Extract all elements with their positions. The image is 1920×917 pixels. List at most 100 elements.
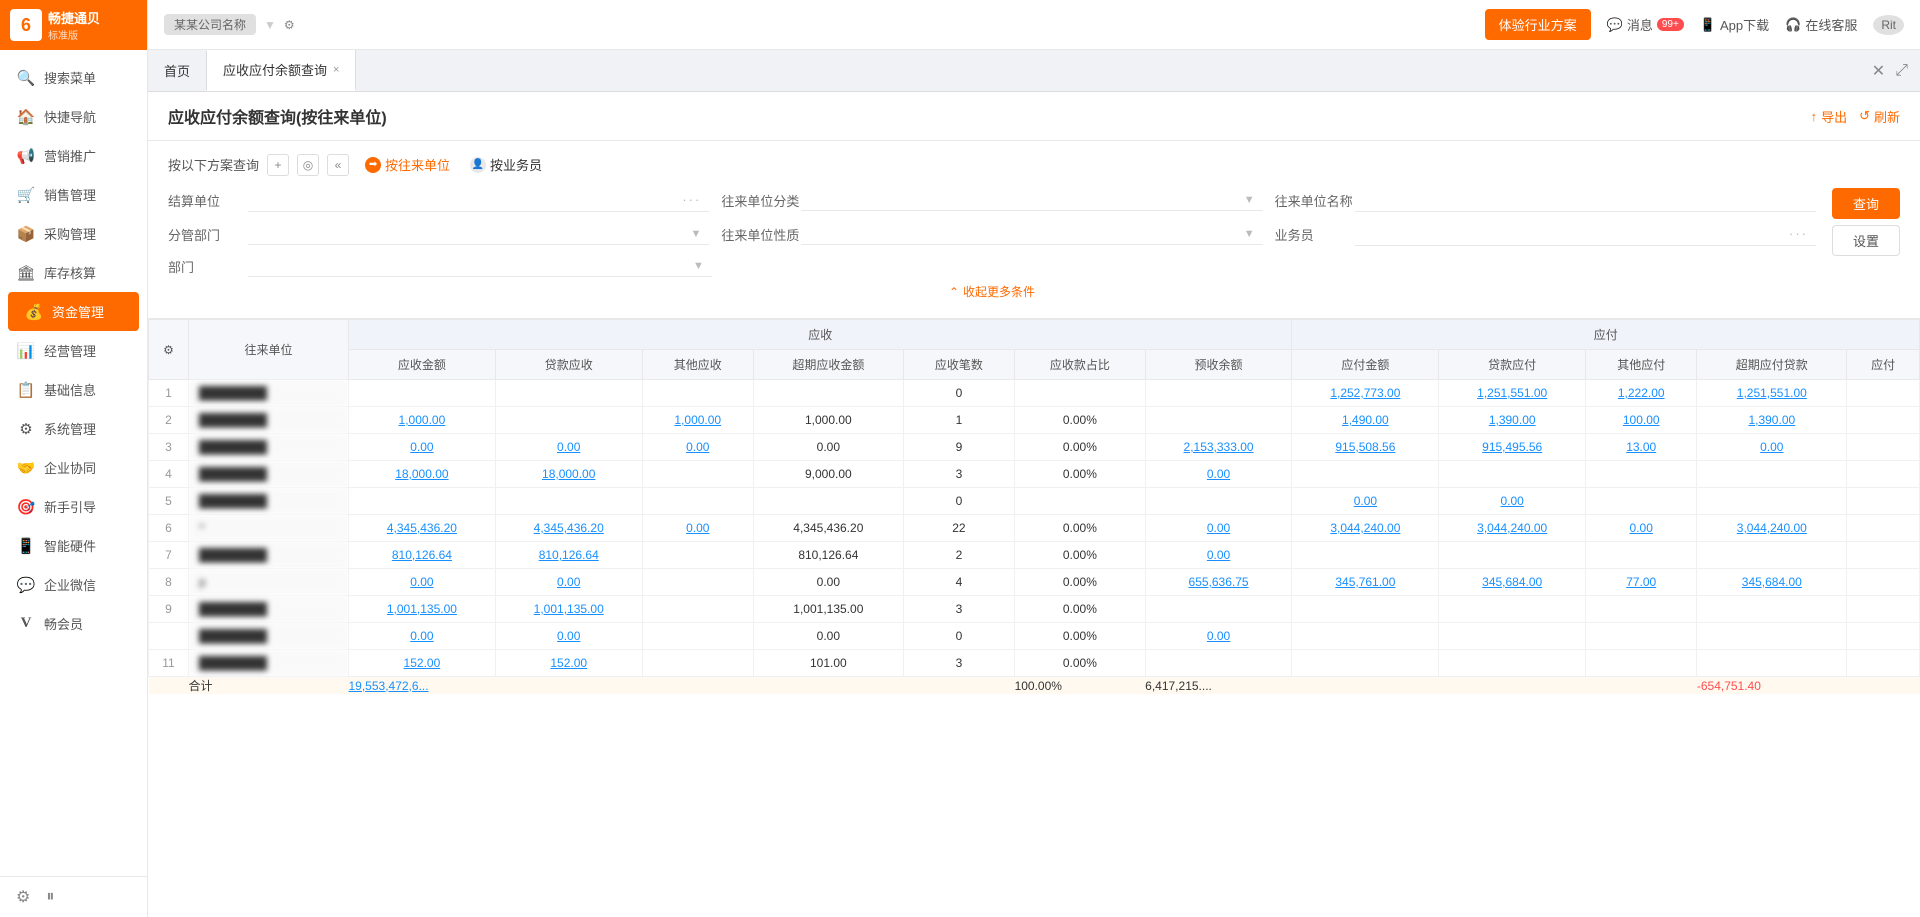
action-buttons: 查询 设置 — [1832, 188, 1900, 256]
footer-recv-advance: 6,417,215.... — [1145, 677, 1292, 695]
table-row: 2████████1,000.001,000.001,000.0010.00%1… — [149, 407, 1920, 434]
online-service-action[interactable]: 🎧 在线客服 — [1785, 15, 1857, 34]
filter-header-label: 按以下方案查询 — [168, 155, 259, 174]
filter-tab-salesman[interactable]: 👤 按业务员 — [462, 153, 550, 176]
refresh-button[interactable]: ↺ 刷新 — [1859, 107, 1900, 126]
table-row: 1████████01,252,773.001,251,551.001,222.… — [149, 380, 1920, 407]
window-close-icon[interactable]: ✕ — [1872, 61, 1885, 81]
salesman-dots: ··· — [1789, 226, 1808, 241]
query-button[interactable]: 查询 — [1832, 188, 1900, 219]
user-avatar[interactable]: Rit — [1873, 15, 1904, 35]
tab-current[interactable]: 应收应付余额查询 × — [207, 50, 356, 91]
sidebar-item-operation[interactable]: 📊 经营管理 — [0, 331, 147, 370]
tab-home-label: 首页 — [164, 61, 190, 80]
window-expand-icon[interactable]: ⤢ — [1895, 62, 1908, 80]
page-header-actions: ↑ 导出 ↺ 刷新 — [1811, 107, 1900, 126]
unit-nature-input[interactable]: ▼ — [801, 224, 1262, 245]
dept-input[interactable]: ▼ — [248, 256, 712, 277]
table-wrapper[interactable]: ⚙ 往来单位 应收 应付 应收金额 贷款应收 其他应收 超期应收金额 应收笔数 … — [148, 319, 1920, 917]
footer-recv-loan — [495, 677, 642, 695]
cell-unit: ████████ — [189, 596, 349, 623]
header-actions: 体验行业方案 💬 消息 99+ 📱 App下载 🎧 在线客服 Rit — [1485, 9, 1904, 40]
table-row: 3████████0.000.000.000.0090.00%2,153,333… — [149, 434, 1920, 461]
filter-section: 按以下方案查询 + ◎ « ➡ 按往来单位 👤 按业务员 — [148, 141, 1920, 319]
th-settings[interactable]: ⚙ — [149, 320, 189, 380]
dept-manager-label: 分管部门 — [168, 225, 248, 244]
sidebar-item-hardware[interactable]: 📱 智能硬件 — [0, 526, 147, 565]
th-recv-ratio: 应收款占比 — [1015, 350, 1146, 380]
unitname-label: 往来单位名称 — [1275, 191, 1355, 210]
industry-btn[interactable]: 体验行业方案 — [1485, 9, 1591, 40]
sidebar-label-basic: 基础信息 — [44, 380, 96, 399]
th-payable-group: 应付 — [1292, 320, 1920, 350]
collapse-footer-icon[interactable]: ⏸ — [46, 888, 54, 906]
marketing-icon: 📢 — [16, 147, 36, 165]
filter-field-category: 往来单位分类 ▼ — [721, 190, 1262, 211]
sidebar-label-operation: 经营管理 — [44, 341, 96, 360]
sidebar-item-member[interactable]: V 畅会员 — [0, 604, 147, 643]
table-row: 5████████00.000.00 — [149, 488, 1920, 515]
sidebar-item-enterprise[interactable]: 🤝 企业协同 — [0, 448, 147, 487]
filter-tab-unit[interactable]: ➡ 按往来单位 — [357, 153, 458, 176]
sidebar-item-basic[interactable]: 📋 基础信息 — [0, 370, 147, 409]
message-action[interactable]: 💬 消息 99+ — [1607, 15, 1684, 34]
footer-recv-count — [903, 677, 1014, 695]
table-row: 9████████1,001,135.001,001,135.001,001,1… — [149, 596, 1920, 623]
logo-icon: 6 — [10, 9, 42, 41]
cell-unit: ████████ — [189, 623, 349, 650]
settings-footer-icon[interactable]: ⚙ — [16, 887, 30, 907]
table-row: 4████████18,000.0018,000.009,000.0030.00… — [149, 461, 1920, 488]
sidebar-item-search[interactable]: 🔍 搜索菜单 — [0, 58, 147, 97]
th-pay-other: 其他应付 — [1586, 350, 1697, 380]
main-wrapper: 某某公司名称 ▼ ⚙ 体验行业方案 💬 消息 99+ 📱 App下载 🎧 在线客… — [148, 0, 1920, 917]
sidebar-item-system[interactable]: ⚙ 系统管理 — [0, 409, 147, 448]
filter-collapse-btn[interactable]: ⌃ 收起更多条件 — [168, 277, 1816, 306]
basic-icon: 📋 — [16, 381, 36, 399]
filter-arrow-button[interactable]: « — [327, 154, 349, 176]
salesman-input[interactable]: ··· — [1355, 222, 1816, 246]
footer-recv-amount[interactable]: 19,553,472,6... — [349, 677, 496, 695]
sidebar-label-inventory: 库存核算 — [44, 263, 96, 282]
table-row: 7████████810,126.64810,126.64810,126.642… — [149, 542, 1920, 569]
tab-home[interactable]: 首页 — [148, 51, 207, 90]
breadcrumb: 某某公司名称 ▼ ⚙ — [164, 14, 1473, 35]
export-button[interactable]: ↑ 导出 — [1811, 107, 1848, 126]
footer-empty1 — [149, 677, 189, 695]
unitname-input[interactable] — [1355, 188, 1816, 212]
guide-icon: 🎯 — [16, 498, 36, 516]
online-service-label: 在线客服 — [1805, 15, 1857, 34]
sidebar-item-sales[interactable]: 🛒 销售管理 — [0, 175, 147, 214]
footer-pay-other — [1586, 677, 1697, 695]
cell-unit: ████████ — [189, 407, 349, 434]
setting-button[interactable]: 设置 — [1832, 225, 1900, 256]
th-recv-advance: 预收余额 — [1145, 350, 1292, 380]
gear-icon-header[interactable]: ⚙ — [284, 18, 295, 32]
sidebar-label-enterprise: 企业协同 — [44, 458, 96, 477]
filter-field-dept: 部门 ▼ — [168, 256, 712, 277]
tab-close-icon[interactable]: × — [333, 64, 339, 76]
app-download-action[interactable]: 📱 App下载 — [1700, 15, 1769, 34]
sidebar-item-guide[interactable]: 🎯 新手引导 — [0, 487, 147, 526]
sidebar-item-purchase[interactable]: 📦 采购管理 — [0, 214, 147, 253]
th-recv-count: 应收笔数 — [903, 350, 1014, 380]
table-row: 11████████152.00152.00101.0030.00% — [149, 650, 1920, 677]
sidebar-item-fund[interactable]: 💰 资金管理 — [8, 292, 139, 331]
footer-recv-overdue — [753, 677, 903, 695]
filter-row-2: 分管部门 ▼ 往来单位性质 ▼ — [168, 222, 1816, 246]
th-recv-overdue: 超期应收金额 — [753, 350, 903, 380]
settlement-input[interactable]: ··· — [248, 188, 709, 212]
filter-add-button[interactable]: + — [267, 154, 289, 176]
filter-field-salesman: 业务员 ··· — [1275, 222, 1816, 246]
tab-bar-actions: ✕ ⤢ — [1860, 61, 1920, 81]
sidebar-item-shortcut[interactable]: 🏠 快捷导航 — [0, 97, 147, 136]
sidebar-label-marketing: 营销推广 — [44, 146, 96, 165]
dept-manager-input[interactable]: ▼ — [248, 224, 709, 245]
dept-manager-arrow: ▼ — [690, 228, 701, 240]
filter-icon-button[interactable]: ◎ — [297, 154, 319, 176]
sidebar-item-wechat[interactable]: 💬 企业微信 — [0, 565, 147, 604]
dept-label: 部门 — [168, 257, 248, 276]
sidebar-item-inventory[interactable]: 🏛 库存核算 — [0, 253, 147, 292]
message-label: 消息 — [1627, 15, 1653, 34]
sidebar-item-marketing[interactable]: 📢 营销推广 — [0, 136, 147, 175]
category-input[interactable]: ▼ — [801, 190, 1262, 211]
